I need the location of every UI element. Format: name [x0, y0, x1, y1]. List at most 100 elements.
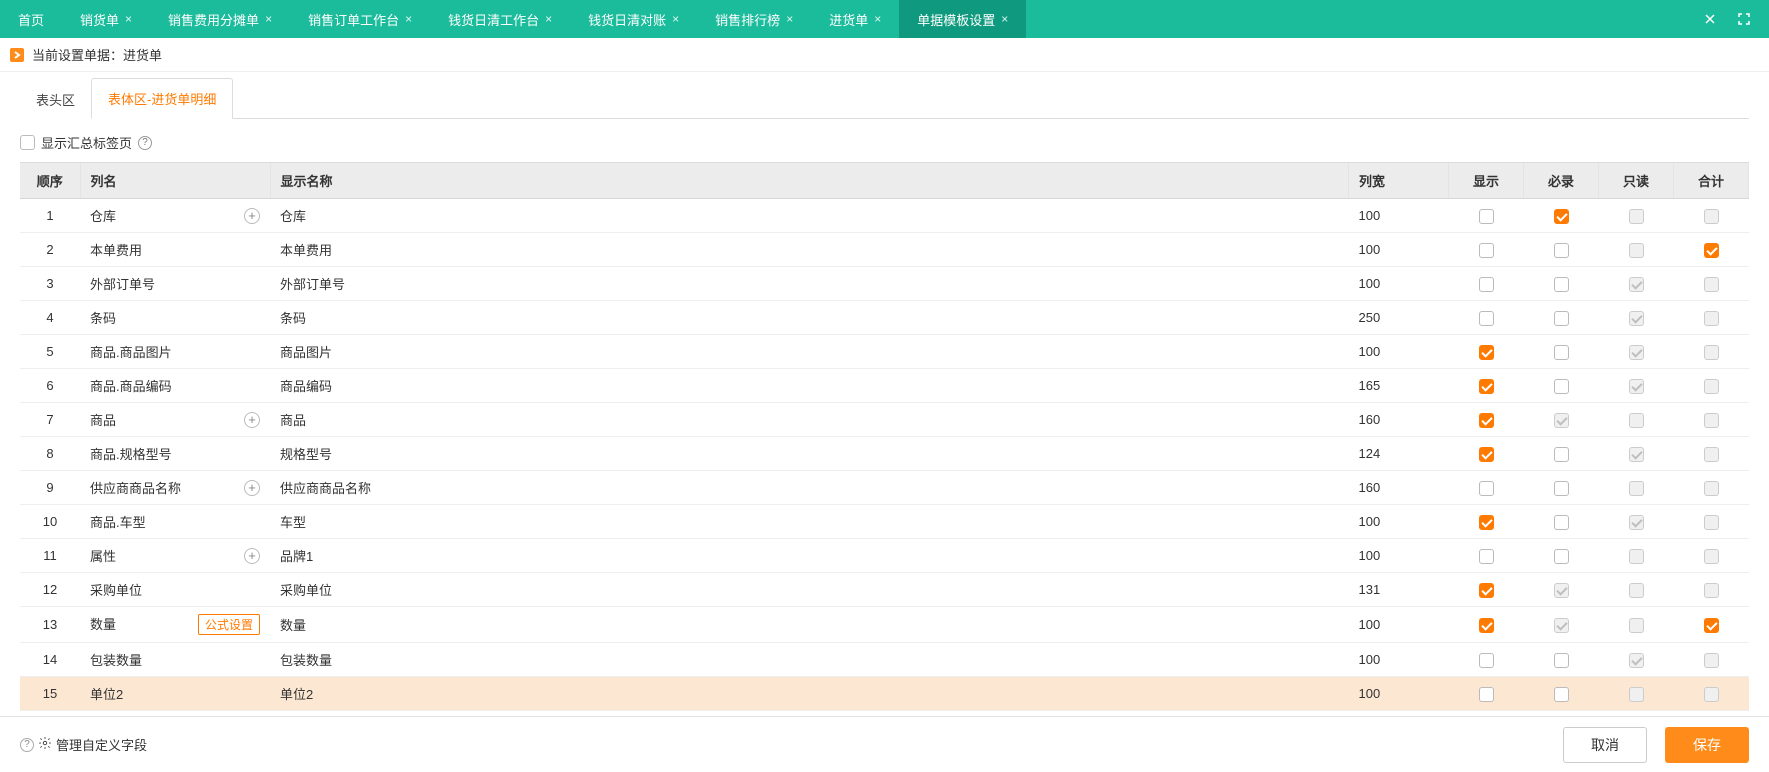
chk-required[interactable]	[1554, 379, 1569, 394]
cell-display[interactable]: 商品图片	[270, 335, 1349, 369]
chk-required[interactable]	[1554, 345, 1569, 360]
chk-required[interactable]	[1554, 447, 1569, 462]
chk-total[interactable]	[1704, 549, 1719, 564]
add-sub-column-icon[interactable]: +	[244, 412, 260, 428]
summary-checkbox[interactable]	[20, 135, 35, 150]
cell-display[interactable]: 商品编码	[270, 369, 1349, 403]
chk-show[interactable]	[1479, 618, 1494, 633]
chk-total[interactable]	[1704, 618, 1719, 633]
columns-table-scroll[interactable]: 顺序 列名 显示名称 列宽 显示 必录 只读 合计 1仓库+仓库1002本单费用…	[20, 162, 1749, 716]
cell-display[interactable]: 外部订单号	[270, 267, 1349, 301]
chk-readonly[interactable]	[1629, 447, 1644, 462]
table-row[interactable]: 1仓库+仓库100	[20, 199, 1749, 233]
chk-readonly[interactable]	[1629, 413, 1644, 428]
table-row[interactable]: 7商品+商品160	[20, 403, 1749, 437]
chk-total[interactable]	[1704, 379, 1719, 394]
cell-display[interactable]: 车型	[270, 505, 1349, 539]
chk-total[interactable]	[1704, 653, 1719, 668]
chk-total[interactable]	[1704, 209, 1719, 224]
tab[interactable]: 单据模板设置×	[899, 0, 1026, 38]
chk-readonly[interactable]	[1629, 515, 1644, 530]
cell-width[interactable]: 100	[1349, 267, 1449, 301]
chk-show[interactable]	[1479, 515, 1494, 530]
cell-display[interactable]: 采购单位	[270, 573, 1349, 607]
cell-display[interactable]: 商品	[270, 403, 1349, 437]
chk-total[interactable]	[1704, 515, 1719, 530]
chk-total[interactable]	[1704, 583, 1719, 598]
table-row[interactable]: 4条码条码250	[20, 301, 1749, 335]
cell-width[interactable]: 100	[1349, 233, 1449, 267]
cell-display[interactable]: 规格型号	[270, 437, 1349, 471]
cell-display[interactable]: 条码	[270, 301, 1349, 335]
cancel-button[interactable]: 取消	[1563, 727, 1647, 763]
chk-show[interactable]	[1479, 311, 1494, 326]
expand-icon[interactable]	[10, 48, 24, 62]
tab[interactable]: 销售排行榜×	[697, 0, 811, 38]
formula-chip[interactable]: 公式设置	[198, 614, 260, 635]
tab-close-icon[interactable]: ×	[874, 12, 881, 26]
chk-show[interactable]	[1479, 379, 1494, 394]
tab-body-area[interactable]: 表体区-进货单明细	[91, 78, 233, 119]
chk-total[interactable]	[1704, 243, 1719, 258]
chk-required[interactable]	[1554, 687, 1569, 702]
cell-width[interactable]: 124	[1349, 437, 1449, 471]
table-row[interactable]: 5商品.商品图片商品图片100	[20, 335, 1749, 369]
tab[interactable]: 销售订单工作台×	[290, 0, 430, 38]
chk-show[interactable]	[1479, 243, 1494, 258]
cell-width[interactable]: 100	[1349, 335, 1449, 369]
add-sub-column-icon[interactable]: +	[244, 548, 260, 564]
add-sub-column-icon[interactable]: +	[244, 208, 260, 224]
cell-width[interactable]: 100	[1349, 199, 1449, 233]
chk-readonly[interactable]	[1629, 243, 1644, 258]
chk-readonly[interactable]	[1629, 687, 1644, 702]
tab-close-icon[interactable]: ×	[786, 12, 793, 26]
chk-show[interactable]	[1479, 345, 1494, 360]
chk-show[interactable]	[1479, 277, 1494, 292]
table-row[interactable]: 6商品.商品编码商品编码165	[20, 369, 1749, 403]
tab[interactable]: 销售费用分摊单×	[150, 0, 290, 38]
help-icon[interactable]: ?	[138, 136, 152, 150]
cell-display[interactable]: 品牌1	[270, 539, 1349, 573]
chk-total[interactable]	[1704, 413, 1719, 428]
add-sub-column-icon[interactable]: +	[244, 480, 260, 496]
chk-readonly[interactable]	[1629, 481, 1644, 496]
cell-display[interactable]: 包装数量	[270, 643, 1349, 677]
chk-total[interactable]	[1704, 277, 1719, 292]
tab[interactable]: 首页	[0, 0, 62, 38]
table-row[interactable]: 2本单费用本单费用100	[20, 233, 1749, 267]
tab[interactable]: 钱货日清对账×	[570, 0, 697, 38]
chk-readonly[interactable]	[1629, 311, 1644, 326]
tab[interactable]: 钱货日清工作台×	[430, 0, 570, 38]
chk-required[interactable]	[1554, 515, 1569, 530]
chk-required[interactable]	[1554, 583, 1569, 598]
chk-readonly[interactable]	[1629, 209, 1644, 224]
save-button[interactable]: 保存	[1665, 727, 1749, 763]
chk-total[interactable]	[1704, 345, 1719, 360]
cell-width[interactable]: 160	[1349, 471, 1449, 505]
table-row[interactable]: 13数量公式设置数量100	[20, 607, 1749, 643]
table-row[interactable]: 15单位2单位2100	[20, 677, 1749, 711]
chk-show[interactable]	[1479, 481, 1494, 496]
tab-close-icon[interactable]: ×	[545, 12, 552, 26]
chk-show[interactable]	[1479, 447, 1494, 462]
chk-total[interactable]	[1704, 481, 1719, 496]
cell-width[interactable]: 100	[1349, 505, 1449, 539]
tab-close-icon[interactable]: ×	[1001, 12, 1008, 26]
cell-display[interactable]: 供应商商品名称	[270, 471, 1349, 505]
chk-readonly[interactable]	[1629, 379, 1644, 394]
chk-show[interactable]	[1479, 583, 1494, 598]
table-row[interactable]: 3外部订单号外部订单号100	[20, 267, 1749, 301]
cell-width[interactable]: 165	[1349, 369, 1449, 403]
chk-required[interactable]	[1554, 277, 1569, 292]
table-row[interactable]: 14包装数量包装数量100	[20, 643, 1749, 677]
tab-close-icon[interactable]: ×	[405, 12, 412, 26]
chk-required[interactable]	[1554, 481, 1569, 496]
chk-readonly[interactable]	[1629, 653, 1644, 668]
cell-display[interactable]: 本单费用	[270, 233, 1349, 267]
chk-readonly[interactable]	[1629, 583, 1644, 598]
cell-width[interactable]: 100	[1349, 643, 1449, 677]
tab[interactable]: 进货单×	[811, 0, 899, 38]
cell-display[interactable]: 数量	[270, 607, 1349, 643]
tab-header-area[interactable]: 表头区	[20, 80, 91, 119]
chk-required[interactable]	[1554, 413, 1569, 428]
